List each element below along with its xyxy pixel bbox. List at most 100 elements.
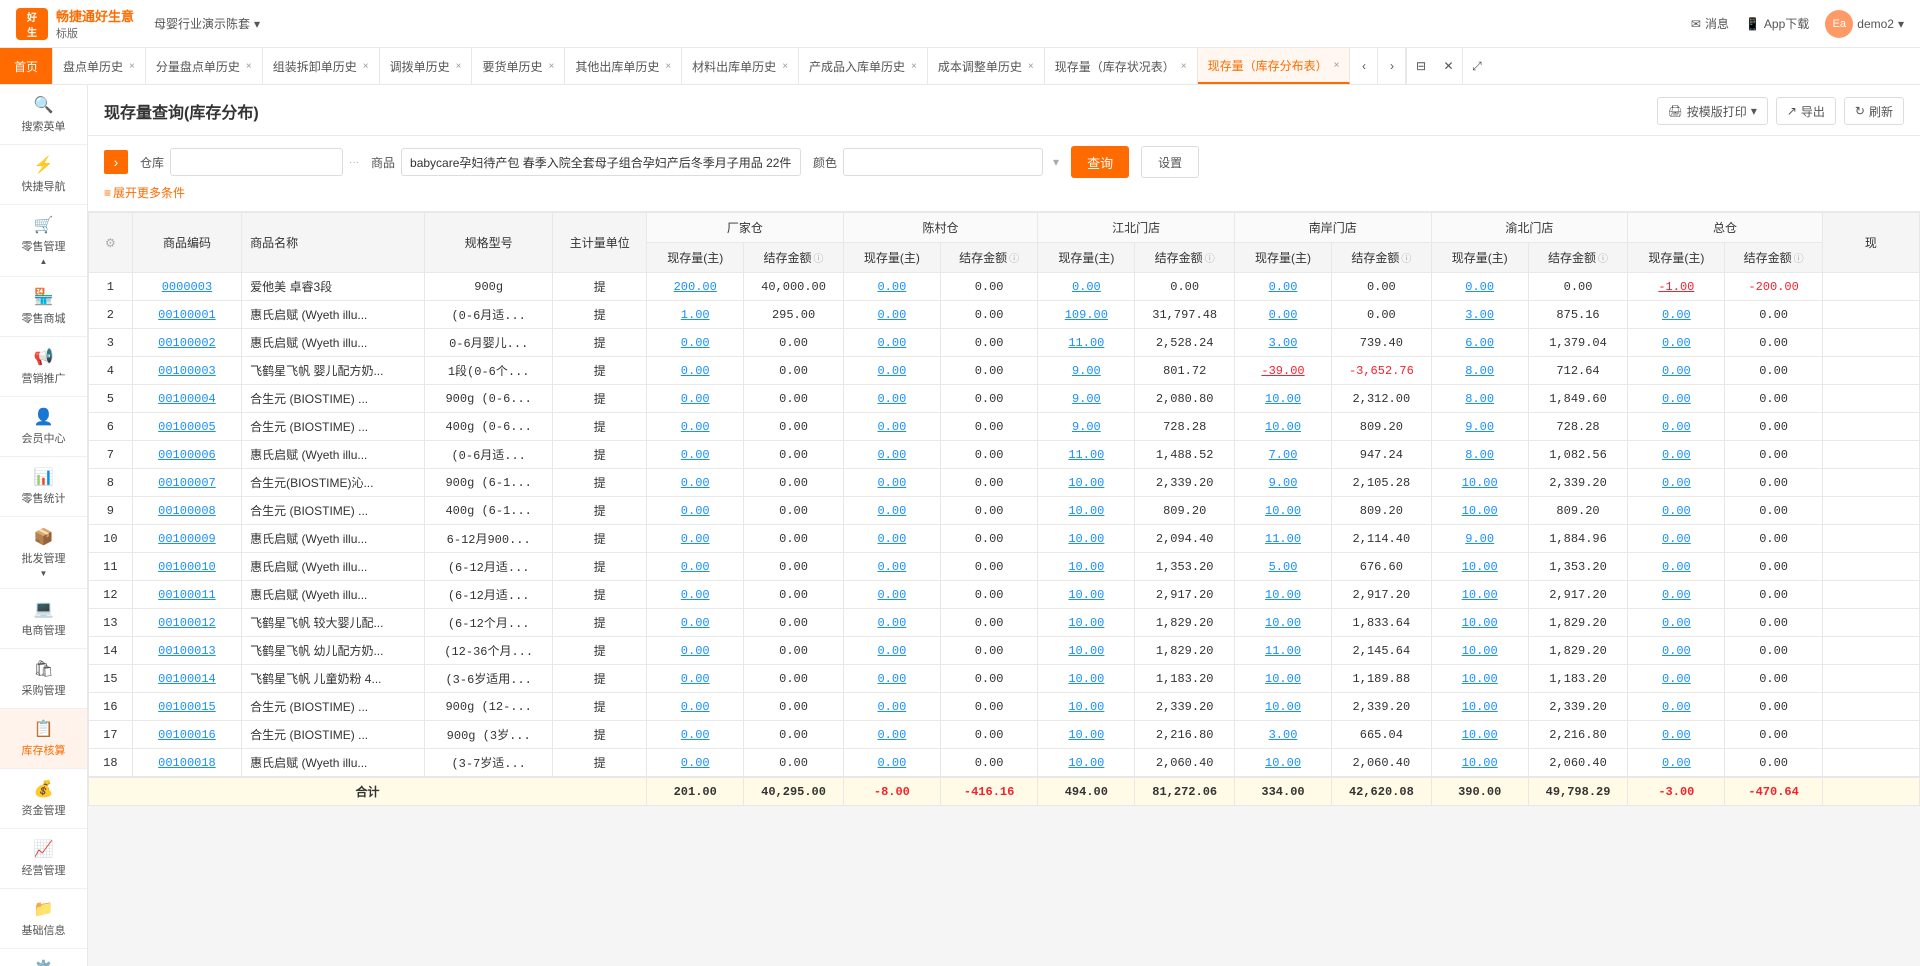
user-area[interactable]: Ea demo2 ▾ (1825, 10, 1904, 38)
table-cell[interactable]: 0.00 (843, 357, 940, 385)
sidebar-item-marketing[interactable]: 📢 营销推广 (0, 337, 87, 397)
color-arrow[interactable]: ▾ (1053, 155, 1059, 169)
table-cell[interactable]: 3.00 (1234, 329, 1331, 357)
info-icon-4[interactable]: ⓘ (1401, 254, 1411, 265)
table-cell[interactable]: 10.00 (1431, 637, 1528, 665)
table-cell[interactable]: 0.00 (647, 665, 744, 693)
table-cell[interactable]: 0.00 (843, 553, 940, 581)
table-cell[interactable]: 0.00 (1628, 553, 1725, 581)
table-cell-code[interactable]: 00100015 (132, 693, 241, 721)
table-cell[interactable]: 0.00 (1628, 469, 1725, 497)
table-cell[interactable]: 0.00 (1628, 693, 1725, 721)
tab-close-materialout[interactable]: × (782, 61, 788, 72)
sidebar-item-retail[interactable]: 🛒 零售管理 ▲ (0, 205, 87, 277)
search-btn[interactable]: 查询 (1071, 146, 1129, 178)
refresh-btn[interactable]: ↻ 刷新 (1844, 97, 1904, 125)
table-cell[interactable]: 5.00 (1234, 553, 1331, 581)
table-cell-code[interactable]: 00100014 (132, 665, 241, 693)
table-cell[interactable]: 0.00 (1628, 413, 1725, 441)
tab-expand-btn[interactable]: ⊟ (1406, 48, 1434, 84)
table-cell[interactable]: 0.00 (1431, 273, 1528, 301)
table-cell-code[interactable]: 00100018 (132, 749, 241, 778)
table-cell[interactable]: 0.00 (647, 525, 744, 553)
table-cell[interactable]: 0.00 (1628, 721, 1725, 749)
tab-close-adjhistory[interactable]: × (456, 61, 462, 72)
table-cell[interactable]: 10.00 (1431, 609, 1528, 637)
table-cell-code[interactable]: 00100012 (132, 609, 241, 637)
table-cell-code[interactable]: 00100005 (132, 413, 241, 441)
table-cell[interactable]: 10.00 (1234, 413, 1331, 441)
goods-input[interactable] (401, 148, 801, 176)
table-cell-code[interactable]: 00100010 (132, 553, 241, 581)
export-btn[interactable]: ↗ 导出 (1776, 97, 1836, 125)
info-icon-1[interactable]: ⓘ (814, 254, 824, 265)
table-cell[interactable]: 10.00 (1234, 497, 1331, 525)
info-icon-5[interactable]: ⓘ (1598, 254, 1608, 265)
tab-materialout[interactable]: 材料出库单历史 × (682, 48, 799, 84)
app-download-btn[interactable]: 📱 App下载 (1745, 15, 1809, 32)
table-cell[interactable]: 7.00 (1234, 441, 1331, 469)
table-cell[interactable]: 10.00 (1038, 553, 1135, 581)
tab-stockdist[interactable]: 现存量（库存分布表）× (1198, 48, 1351, 84)
industry-dropdown[interactable]: 母婴行业演示陈套 ▾ (154, 15, 260, 32)
table-cell[interactable]: 8.00 (1431, 357, 1528, 385)
table-cell[interactable]: 0.00 (843, 469, 940, 497)
tab-close-stocklist[interactable]: × (129, 61, 135, 72)
table-cell[interactable]: 10.00 (1038, 469, 1135, 497)
table-cell[interactable]: 10.00 (1038, 693, 1135, 721)
table-cell[interactable]: -39.00 (1234, 357, 1331, 385)
sidebar-item-ecom[interactable]: 💻 电商管理 (0, 589, 87, 649)
table-cell[interactable]: 10.00 (1038, 525, 1135, 553)
table-cell[interactable]: 0.00 (647, 469, 744, 497)
tab-prev-btn[interactable]: ‹ (1350, 48, 1378, 84)
tab-costadjust[interactable]: 成本调整单历史 × (928, 48, 1045, 84)
table-cell[interactable]: 10.00 (1234, 385, 1331, 413)
tab-close-costadjust[interactable]: × (1028, 61, 1034, 72)
table-cell[interactable]: 0.00 (1628, 357, 1725, 385)
table-cell-code[interactable]: 0000003 (132, 273, 241, 301)
tab-combinehistory[interactable]: 组装拆卸单历史 × (263, 48, 380, 84)
sidebar-item-base[interactable]: 📁 基础信息 (0, 889, 87, 949)
table-cell-code[interactable]: 00100004 (132, 385, 241, 413)
table-cell-code[interactable]: 00100003 (132, 357, 241, 385)
table-cell-code[interactable]: 00100006 (132, 441, 241, 469)
tab-close-all-btn[interactable]: ✕ (1434, 48, 1462, 84)
info-icon-2[interactable]: ⓘ (1009, 254, 1019, 265)
table-cell[interactable]: 0.00 (647, 413, 744, 441)
table-cell[interactable]: 11.00 (1234, 525, 1331, 553)
table-cell[interactable]: 10.00 (1234, 749, 1331, 778)
table-cell[interactable]: 11.00 (1234, 637, 1331, 665)
table-cell[interactable]: 0.00 (1628, 497, 1725, 525)
tab-home[interactable]: 首页 (0, 48, 53, 84)
info-icon-6[interactable]: ⓘ (1794, 254, 1804, 265)
table-cell[interactable]: 10.00 (1038, 637, 1135, 665)
table-cell-code[interactable]: 00100007 (132, 469, 241, 497)
table-cell[interactable]: 0.00 (1628, 749, 1725, 778)
table-cell[interactable]: 10.00 (1038, 721, 1135, 749)
table-cell[interactable]: 9.00 (1038, 385, 1135, 413)
table-cell[interactable]: 0.00 (1628, 385, 1725, 413)
table-cell[interactable]: 9.00 (1234, 469, 1331, 497)
settings-btn[interactable]: 设置 (1141, 146, 1199, 178)
table-cell[interactable]: 10.00 (1038, 749, 1135, 778)
table-cell-code[interactable]: 00100002 (132, 329, 241, 357)
table-cell[interactable]: 109.00 (1038, 301, 1135, 329)
table-cell[interactable]: 200.00 (647, 273, 744, 301)
table-cell[interactable]: 0.00 (843, 329, 940, 357)
sidebar-item-wholesale[interactable]: 📦 批发管理 ▼ (0, 517, 87, 589)
table-cell[interactable]: 0.00 (1628, 665, 1725, 693)
table-cell[interactable]: 10.00 (1234, 609, 1331, 637)
table-cell[interactable]: 9.00 (1431, 413, 1528, 441)
tab-close-fenstockhistory[interactable]: × (246, 61, 252, 72)
tab-close-orderhistory[interactable]: × (548, 61, 554, 72)
table-cell[interactable]: 0.00 (843, 441, 940, 469)
table-cell[interactable]: 0.00 (647, 497, 744, 525)
table-cell-code[interactable]: 00100013 (132, 637, 241, 665)
table-cell[interactable]: 9.00 (1038, 357, 1135, 385)
sidebar-item-inventory[interactable]: 📋 库存核算 (0, 709, 87, 769)
table-cell[interactable]: 0.00 (843, 413, 940, 441)
table-cell[interactable]: 0.00 (1628, 581, 1725, 609)
table-cell[interactable]: 3.00 (1431, 301, 1528, 329)
tab-stocklist[interactable]: 盘点单历史 × (53, 48, 146, 84)
tab-fenstockhistory[interactable]: 分量盘点单历史 × (146, 48, 263, 84)
